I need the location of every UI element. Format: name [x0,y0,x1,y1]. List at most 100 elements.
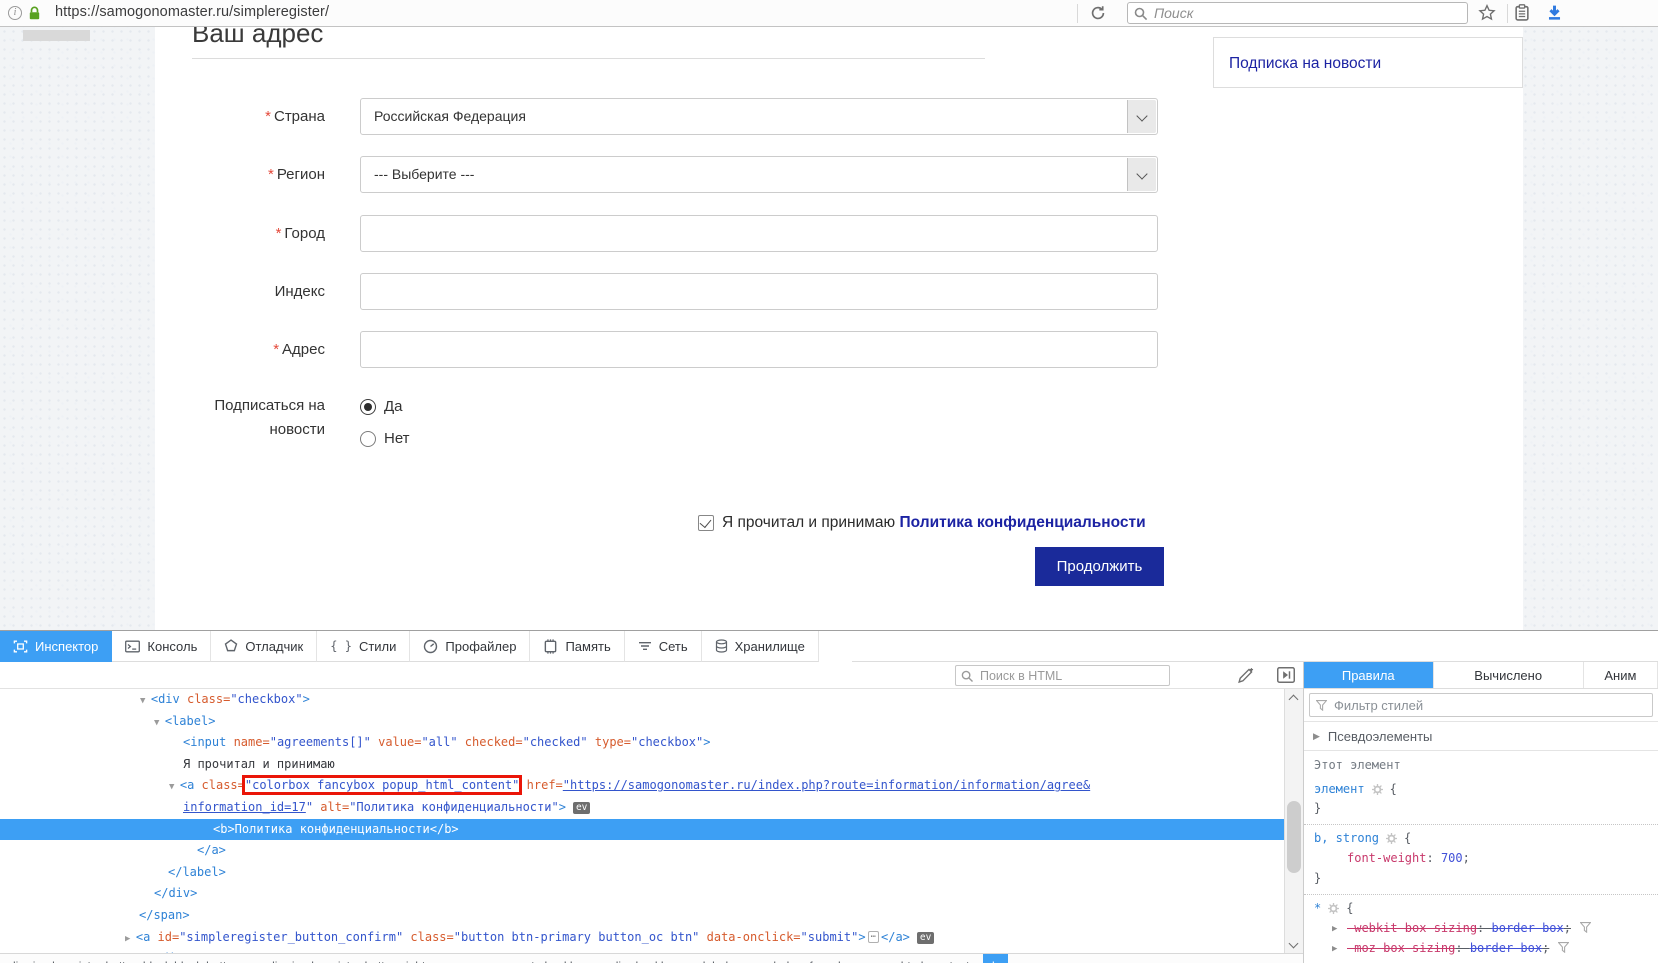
gear-icon [1371,784,1383,795]
tab-network[interactable]: Сеть [624,631,702,662]
markup-line[interactable]: </a> [0,840,1284,862]
bookmark-star-icon[interactable] [1478,4,1496,27]
reading-list-icon[interactable] [1514,4,1530,26]
download-icon[interactable] [1546,4,1563,26]
tab-memory[interactable]: Память [530,631,625,662]
chevron-down-icon[interactable] [1127,100,1156,133]
collapsed-content-icon[interactable]: ⋯ [867,930,879,943]
rule-selector[interactable]: * [1314,899,1321,918]
tab-console[interactable]: Консоль [112,631,212,662]
privacy-policy-link[interactable]: Политика конфиденциальности [900,514,1146,531]
funnel-icon [1557,942,1570,954]
field-label-region: * Регион [267,166,325,183]
css-declaration[interactable]: ▶ -moz-box-sizing: border-box; [1314,938,1658,959]
style-filter-input[interactable] [1334,696,1634,714]
breadcrumb-item[interactable]: span.agreement-checkbox [439,954,598,963]
funnel-icon [1316,700,1327,711]
region-select[interactable]: --- Выберите --- [360,156,1158,193]
site-info-icon[interactable]: i [8,6,22,20]
address-input[interactable] [360,331,1158,368]
profiler-icon [424,639,438,653]
markup-line[interactable]: ▼ <div class="checkbox"> [0,689,1284,711]
newsletter-yes-radio[interactable] [360,399,376,415]
breadcrumb-item[interactable]: div.checkbox [603,954,689,963]
browser-search-input[interactable] [1154,4,1454,22]
page-viewport: Ваш адрес * Страна Российская Федерация *… [0,27,1658,630]
page-title: Ваш адрес [192,27,324,48]
browser-search-field[interactable] [1127,2,1468,24]
rule-blocks: элемент{} b, strong{font-weight: 700;} *{▶… [1304,779,1658,963]
markup-line[interactable]: ▼ <label> [0,711,1284,733]
devtools-panel: Инспектор Консоль Отладчик { } Стили Про… [0,630,1658,963]
debugger-icon [225,639,238,652]
event-badge[interactable]: ev [916,931,935,944]
markup-line-selected[interactable]: <b>Политика конфиденциальности</b> [0,818,1284,841]
markup-search-input[interactable] [980,667,1165,684]
new-node-pencil-icon[interactable] [1237,667,1254,689]
tab-inspector[interactable]: Инспектор [0,631,113,662]
sidebar-newsletter-box: Подписка на новости [1213,37,1523,88]
annotation-red-box[interactable]: "colorbox fancybox popup_html_content" [241,775,523,796]
city-input[interactable] [360,215,1158,252]
css-declaration[interactable]: ▶ -webkit-box-sizing: border-box; [1314,918,1658,939]
eval-playbox-icon[interactable] [1276,667,1296,688]
required-asterisk: * [275,225,282,242]
field-label-address: * Адрес [273,341,325,358]
heading-divider [192,58,985,59]
memory-icon [545,638,557,654]
markup-line[interactable]: </label> [0,862,1284,884]
rule-separator [1304,893,1658,895]
tab-profiler[interactable]: Профайлер [410,631,531,662]
style-filter-field[interactable] [1309,693,1653,717]
field-label-city: * Город [275,225,325,242]
field-label-country: * Страна [265,108,325,125]
devtools-tabbar: Инспектор Консоль Отладчик { } Стили Про… [0,631,819,662]
pseudo-elements-toggle[interactable]: ▶ Псевдоэлементы [1304,722,1658,751]
rule-selector[interactable]: b, strong [1314,829,1379,848]
markup-line[interactable]: Я прочитал и принимаю [0,754,1284,776]
markup-scrollbar[interactable] [1284,689,1303,955]
tab-computed[interactable]: Вычислено [1433,662,1584,688]
expander-icon: ▶ [1313,730,1320,741]
event-badge[interactable]: ev [572,801,591,814]
country-select[interactable]: Российская Федерация [360,98,1158,135]
continue-button[interactable]: Продолжить [1035,547,1164,586]
css-declaration[interactable]: ▶box-sizing: border-box; [1314,959,1658,963]
markup-line[interactable]: information_id=17" alt="Политика конфиде… [0,797,1284,819]
breadcrumb-item[interactable]: label [694,954,737,963]
tab-debugger[interactable]: Отладчик [211,631,318,662]
markup-line[interactable]: ▼ <a class="colorbox fancybox popup_html… [0,775,1284,797]
reload-icon[interactable] [1090,5,1106,26]
https-lock-icon[interactable] [28,6,41,26]
scrollbar-thumb[interactable] [1287,801,1301,873]
newsletter-no-radio[interactable] [360,431,376,447]
tab-animations[interactable]: Аним [1583,662,1658,688]
markup-line[interactable]: ▶ <a id="simpleregister_button_confirm" … [0,927,1284,949]
scroll-up-icon[interactable] [1285,689,1303,707]
breadcrumb-item[interactable]: div.simpleregister-button-block.black-bu… [0,954,255,963]
agreement-checkbox[interactable] [698,515,714,531]
markup-search-field[interactable] [955,665,1170,686]
search-icon [961,670,974,683]
funnel-icon [1579,921,1592,933]
breadcrumb-item[interactable]: div.simpleregister-button-right [259,954,434,963]
required-asterisk: * [267,166,274,183]
css-declaration[interactable]: font-weight: 700; [1314,848,1658,869]
url-bar[interactable]: https://samogonomaster.ru/simpleregister… [55,4,329,20]
chevron-down-icon[interactable] [1127,158,1156,191]
newsletter-no-label: Нет [384,430,410,447]
breadcrumb-item[interactable]: b [983,954,1008,963]
breadcrumb-item[interactable]: a.colorbox.fancybox.popup_html_content [742,954,979,963]
tab-rules[interactable]: Правила [1304,662,1434,688]
rule-selector[interactable]: элемент [1314,780,1365,799]
markup-line[interactable]: <input name="agreements[]" value="all" c… [0,732,1284,754]
markup-line[interactable]: </div> [0,883,1284,905]
tab-styles[interactable]: { } Стили [317,631,411,662]
markup-line[interactable]: </span> [0,905,1284,927]
postcode-input[interactable] [360,273,1158,310]
sidebar-newsletter-link[interactable]: Подписка на новости [1229,55,1381,73]
expander-icon: ▶ [1332,923,1338,934]
network-icon [638,642,651,650]
tab-storage[interactable]: Хранилище [701,631,819,662]
newsletter-label-line2: новости [269,421,325,438]
